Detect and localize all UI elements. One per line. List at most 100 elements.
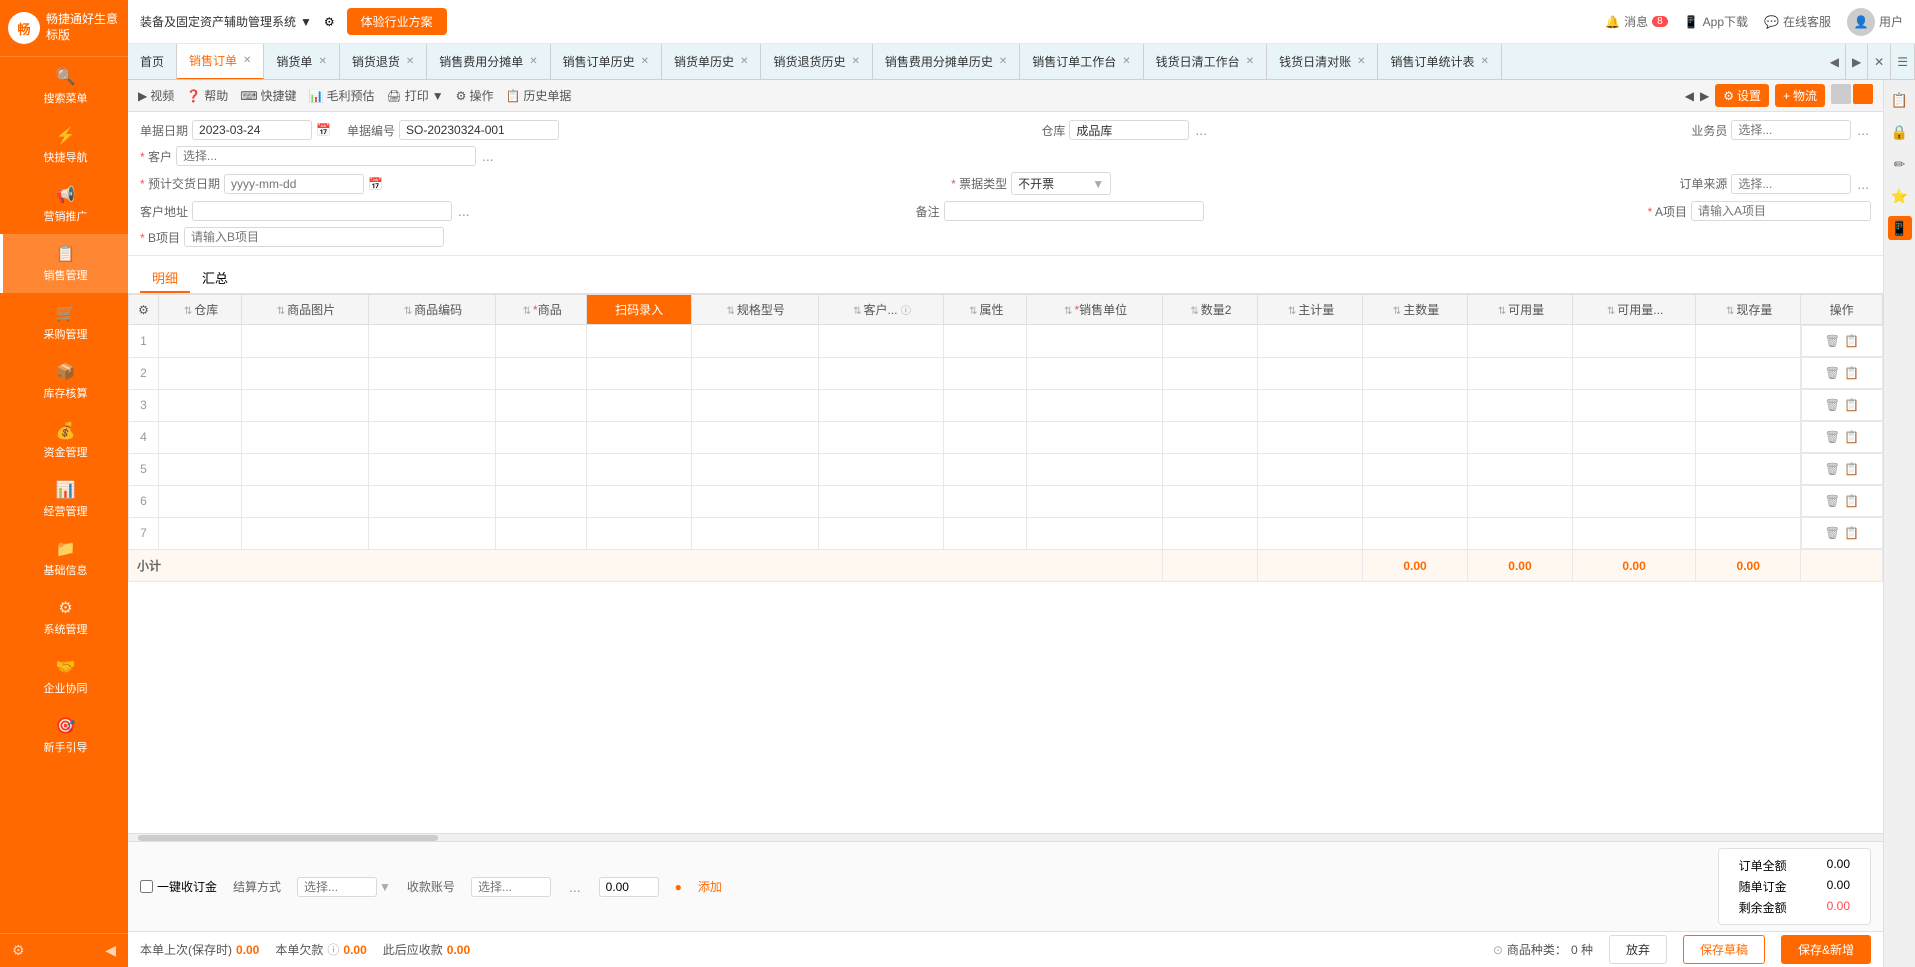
cell-14[interactable]	[1572, 421, 1695, 453]
cell-12[interactable]	[1363, 517, 1468, 550]
cell-11[interactable]	[1258, 421, 1363, 453]
address-input[interactable]	[192, 201, 452, 221]
cell-1[interactable]	[159, 485, 242, 517]
date-input[interactable]	[192, 120, 312, 140]
cell-1[interactable]	[159, 389, 242, 421]
cell-12[interactable]	[1363, 453, 1468, 485]
cell-13[interactable]	[1467, 517, 1572, 550]
sidebar-item-资金管理[interactable]: 💰资金管理	[0, 411, 128, 470]
cell-8[interactable]	[944, 421, 1027, 453]
cell-7[interactable]	[818, 485, 944, 517]
tab-close-icon[interactable]: ✕	[740, 56, 748, 67]
cell-12[interactable]	[1363, 357, 1468, 389]
cell-14[interactable]	[1572, 517, 1695, 550]
row-delete-icon[interactable]: 🗑	[1825, 334, 1840, 348]
cell-3[interactable]	[368, 421, 495, 453]
cell-12[interactable]	[1363, 421, 1468, 453]
cell-4[interactable]	[495, 485, 587, 517]
cell-2[interactable]	[242, 517, 369, 550]
cell-6[interactable]	[691, 517, 818, 550]
cell-11[interactable]	[1258, 517, 1363, 550]
cell-13[interactable]	[1467, 421, 1572, 453]
b-project-input[interactable]	[184, 227, 444, 247]
cell-7[interactable]	[818, 325, 944, 358]
cell-1[interactable]	[159, 357, 242, 389]
cell-15[interactable]	[1696, 421, 1801, 453]
cell-15[interactable]	[1696, 517, 1801, 550]
right-icon-edit[interactable]: ✏	[1888, 152, 1912, 176]
cell-13[interactable]	[1467, 485, 1572, 517]
tab-销售订单历史[interactable]: 销售订单历史✕	[551, 44, 662, 80]
sidebar-item-快捷导航[interactable]: ⚡快捷导航	[0, 116, 128, 175]
tab-close-icon[interactable]: ✕	[529, 56, 537, 67]
cell-3[interactable]	[368, 325, 495, 358]
tab-销售订单[interactable]: 销售订单✕	[177, 44, 264, 80]
cell-10[interactable]	[1162, 389, 1257, 421]
row-copy-icon[interactable]: 📋	[1844, 462, 1859, 476]
cell-10[interactable]	[1162, 485, 1257, 517]
cell-6[interactable]	[691, 453, 818, 485]
add-btn[interactable]: 添加	[698, 878, 722, 895]
tab-钱货日清工作台[interactable]: 钱货日清工作台✕	[1144, 44, 1267, 80]
cell-8[interactable]	[944, 517, 1027, 550]
right-icon-lock[interactable]: 🔒	[1888, 120, 1912, 144]
cell-14[interactable]	[1572, 485, 1695, 517]
cell-10[interactable]	[1162, 453, 1257, 485]
row-copy-icon[interactable]: 📋	[1844, 334, 1859, 348]
cell-10[interactable]	[1162, 325, 1257, 358]
sidebar-item-基础信息[interactable]: 📁基础信息	[0, 529, 128, 588]
row-delete-icon[interactable]: 🗑	[1825, 398, 1840, 412]
tab-销售订单工作台[interactable]: 销售订单工作台✕	[1020, 44, 1143, 80]
sidebar-item-企业协同[interactable]: 🤝企业协同	[0, 647, 128, 706]
cell-11[interactable]	[1258, 389, 1363, 421]
toolbar-prev-record[interactable]: ◀	[1685, 84, 1694, 107]
row-delete-icon[interactable]: 🗑	[1825, 462, 1840, 476]
cell-6[interactable]	[691, 325, 818, 358]
a-project-input[interactable]	[1691, 201, 1871, 221]
cell-10[interactable]	[1162, 517, 1257, 550]
cell-14[interactable]	[1572, 357, 1695, 389]
cell-3[interactable]	[368, 485, 495, 517]
cell-6[interactable]	[691, 421, 818, 453]
cell-15[interactable]	[1696, 325, 1801, 358]
delivery-calendar-icon[interactable]: 📅	[368, 177, 383, 191]
system-dropdown-icon[interactable]: ▼	[300, 15, 312, 29]
cell-15[interactable]	[1696, 357, 1801, 389]
cell-6[interactable]	[691, 357, 818, 389]
right-icon-mobile[interactable]: 📱	[1888, 216, 1912, 240]
toolbar-operation[interactable]: ⚙ 操作	[456, 87, 494, 104]
discard-btn[interactable]: 放弃	[1609, 935, 1667, 964]
notice-action[interactable]: 🔔 消息 8	[1605, 13, 1668, 30]
cell-3[interactable]	[368, 517, 495, 550]
cell-15[interactable]	[1696, 389, 1801, 421]
sidebar-item-营销推广[interactable]: 📢营销推广	[0, 175, 128, 234]
cell-9[interactable]	[1027, 325, 1162, 358]
cell-5[interactable]	[587, 325, 691, 358]
cell-11[interactable]	[1258, 325, 1363, 358]
one-click-checkbox[interactable]	[140, 880, 153, 893]
cell-4[interactable]	[495, 357, 587, 389]
delivery-date-input[interactable]	[224, 174, 364, 194]
cell-11[interactable]	[1258, 357, 1363, 389]
cell-12[interactable]	[1363, 389, 1468, 421]
cell-14[interactable]	[1572, 325, 1695, 358]
cell-9[interactable]	[1027, 389, 1162, 421]
row-copy-icon[interactable]: 📋	[1844, 398, 1859, 412]
payment-method-select[interactable]	[297, 877, 377, 897]
tab-prev-btn[interactable]: ◀	[1824, 44, 1846, 80]
cell-2[interactable]	[242, 325, 369, 358]
row-delete-icon[interactable]: 🗑	[1825, 430, 1840, 444]
toolbar-help[interactable]: ❓ 帮助	[186, 87, 228, 104]
tab-close-icon[interactable]: ✕	[641, 56, 649, 67]
customer-input[interactable]	[176, 146, 476, 166]
cell-6[interactable]	[691, 485, 818, 517]
cell-13[interactable]	[1467, 389, 1572, 421]
cell-14[interactable]	[1572, 389, 1695, 421]
order-no-input[interactable]	[399, 120, 559, 140]
cell-9[interactable]	[1027, 517, 1162, 550]
cell-1[interactable]	[159, 453, 242, 485]
cell-4[interactable]	[495, 421, 587, 453]
row-copy-icon[interactable]: 📋	[1844, 494, 1859, 508]
industry-btn[interactable]: 体验行业方案	[347, 8, 447, 35]
cell-7[interactable]	[818, 517, 944, 550]
